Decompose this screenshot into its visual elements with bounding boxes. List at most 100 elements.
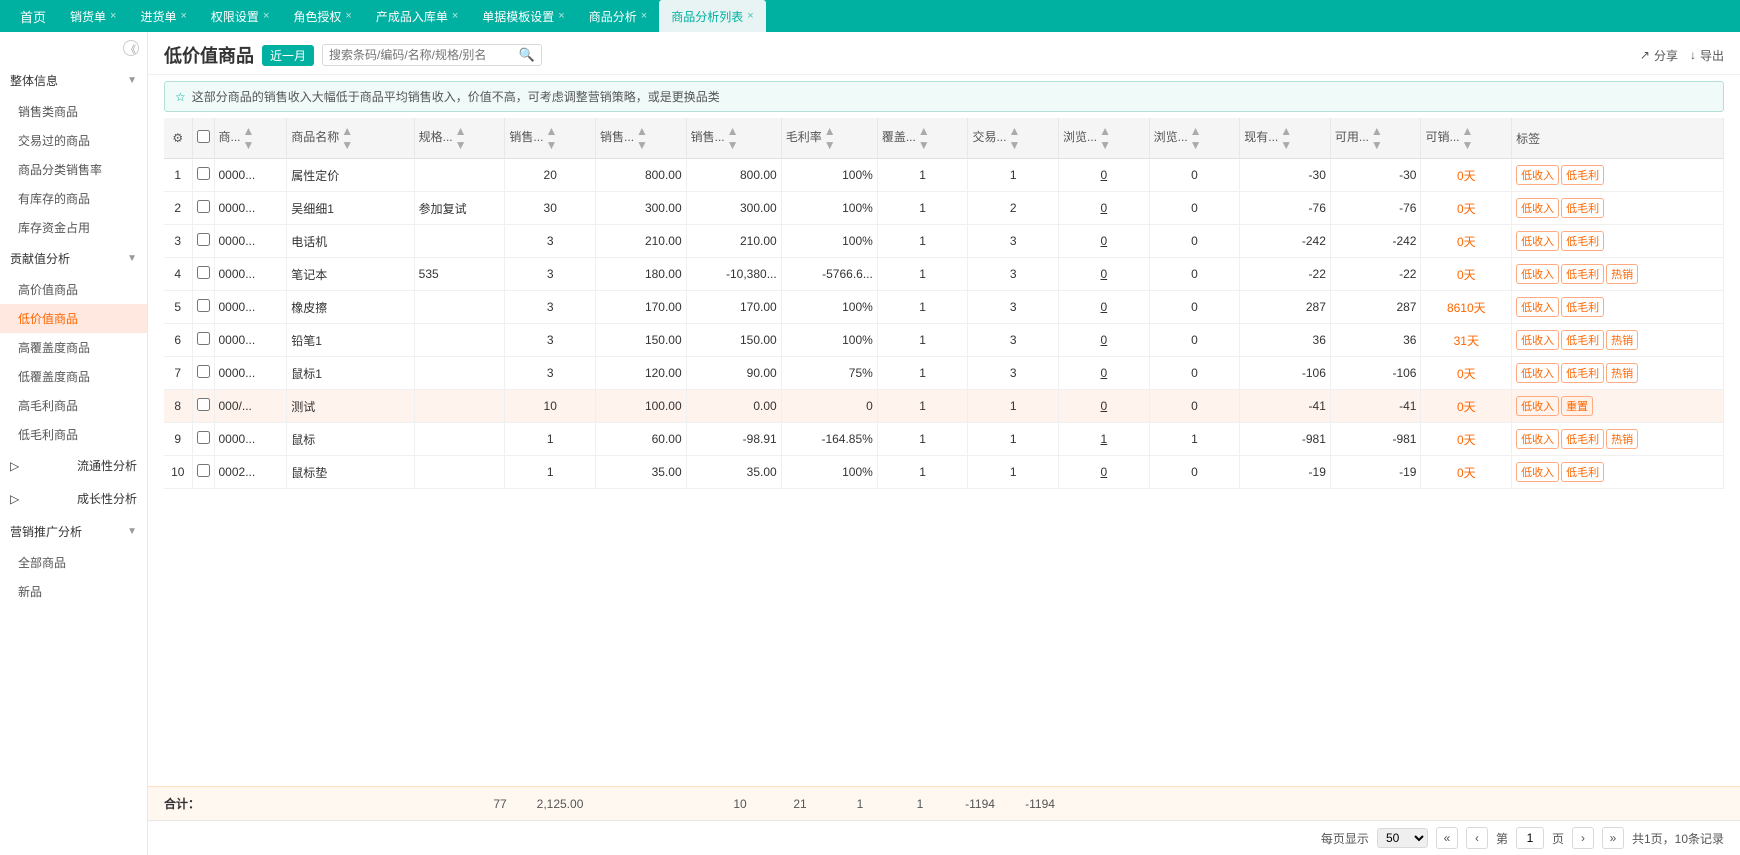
sidebar-section-marketing[interactable]: 营销推广分析 ▼: [0, 515, 147, 548]
sidebar-item-high-value[interactable]: 高价值商品: [0, 275, 147, 304]
cell-coverage: 1: [877, 357, 968, 390]
sidebar-item-high-coverage[interactable]: 高覆盖度商品: [0, 333, 147, 362]
sidebar-section-growth[interactable]: ▷ 成长性分析: [0, 482, 147, 515]
select-all-checkbox[interactable]: [197, 130, 210, 143]
tag: 热销: [1606, 429, 1638, 449]
col-coverage[interactable]: 覆盖...▲▼: [877, 118, 968, 159]
prev-page-btn[interactable]: ‹: [1466, 827, 1488, 849]
nav-purchase[interactable]: 进货单 ×: [128, 0, 198, 32]
nav-product-analysis-list-close[interactable]: ×: [747, 10, 753, 22]
export-button[interactable]: ↓ 导出: [1690, 47, 1724, 64]
sidebar-section-overall[interactable]: 整体信息 ▼: [0, 64, 147, 97]
sidebar-section-liquidity[interactable]: ▷ 流通性分析: [0, 449, 147, 482]
nav-sales-close[interactable]: ×: [110, 10, 116, 22]
col-sale-price[interactable]: 销售...▲▼: [596, 118, 687, 159]
nav-purchase-close[interactable]: ×: [180, 10, 186, 22]
row-checkbox[interactable]: [197, 398, 210, 411]
col-trade[interactable]: 交易...▲▼: [968, 118, 1059, 159]
cell-current-stock: -106: [1240, 357, 1331, 390]
tag: 低收入: [1516, 264, 1559, 284]
col-browse2[interactable]: 浏览...▲▼: [1149, 118, 1240, 159]
sidebar-item-all-products[interactable]: 全部商品: [0, 548, 147, 577]
cell-browse1[interactable]: 0: [1059, 225, 1150, 258]
col-available[interactable]: 可用...▲▼: [1330, 118, 1421, 159]
nav-finished-goods[interactable]: 产成品入库单 ×: [364, 0, 470, 32]
row-checkbox[interactable]: [197, 200, 210, 213]
content-area: 低价值商品 近一月 🔍 ↗ 分享 ↓ 导出 ☆ 这部分: [148, 32, 1740, 855]
cell-tags: 低收入低毛利: [1512, 456, 1724, 489]
sidebar-section-contribution[interactable]: 贡献值分析 ▼: [0, 242, 147, 275]
col-settings[interactable]: ⚙: [164, 118, 192, 159]
row-checkbox[interactable]: [197, 464, 210, 477]
cell-browse1[interactable]: 0: [1059, 258, 1150, 291]
period-button[interactable]: 近一月: [262, 45, 314, 66]
next-page-btn[interactable]: ›: [1572, 827, 1594, 849]
row-checkbox[interactable]: [197, 299, 210, 312]
first-page-btn[interactable]: «: [1436, 827, 1458, 849]
nav-template-close[interactable]: ×: [558, 10, 564, 22]
share-button[interactable]: ↗ 分享: [1640, 47, 1678, 64]
row-checkbox[interactable]: [197, 332, 210, 345]
cell-coverage: 1: [877, 324, 968, 357]
col-gross-rate[interactable]: 毛利率▲▼: [781, 118, 877, 159]
sidebar-collapse-btn[interactable]: 《: [123, 40, 139, 56]
per-page-select[interactable]: 50 100 200: [1377, 828, 1428, 848]
cell-sale-qty: 3: [505, 258, 596, 291]
sidebar-item-low-margin[interactable]: 低毛利商品: [0, 420, 147, 449]
sidebar-item-stocked-goods[interactable]: 有库存的商品: [0, 184, 147, 213]
col-tags: 标签: [1512, 118, 1724, 159]
cell-browse2: 0: [1149, 456, 1240, 489]
col-sale-profit[interactable]: 销售...▲▼: [686, 118, 781, 159]
sidebar-item-category-sales-rate[interactable]: 商品分类销售率: [0, 155, 147, 184]
cell-browse1[interactable]: 0: [1059, 357, 1150, 390]
last-page-btn[interactable]: »: [1602, 827, 1624, 849]
cell-code: 0000...: [214, 159, 287, 192]
search-input[interactable]: [329, 48, 515, 62]
col-name[interactable]: 商品名称▲▼: [287, 118, 414, 159]
nav-product-analysis-list[interactable]: 商品分析列表 ×: [659, 0, 765, 32]
nav-permissions-close[interactable]: ×: [263, 10, 269, 22]
sidebar-item-high-margin[interactable]: 高毛利商品: [0, 391, 147, 420]
tag: 低毛利: [1561, 330, 1604, 350]
sidebar-item-low-value[interactable]: 低价值商品: [0, 304, 147, 333]
row-checkbox[interactable]: [197, 431, 210, 444]
sidebar-item-sales-goods[interactable]: 销售类商品: [0, 97, 147, 126]
sidebar-item-low-coverage[interactable]: 低覆盖度商品: [0, 362, 147, 391]
row-checkbox[interactable]: [197, 167, 210, 180]
col-current-stock[interactable]: 现有...▲▼: [1240, 118, 1331, 159]
col-browse1[interactable]: 浏览...▲▼: [1059, 118, 1150, 159]
cell-browse1[interactable]: 1: [1059, 423, 1150, 456]
cell-browse1[interactable]: 0: [1059, 192, 1150, 225]
search-icon[interactable]: 🔍: [519, 47, 535, 63]
cell-browse1[interactable]: 0: [1059, 390, 1150, 423]
nav-permissions[interactable]: 权限设置 ×: [199, 0, 281, 32]
nav-template[interactable]: 单据模板设置 ×: [470, 0, 576, 32]
cell-browse1[interactable]: 0: [1059, 324, 1150, 357]
col-sale-qty[interactable]: 销售...▲▼: [505, 118, 596, 159]
row-checkbox[interactable]: [197, 233, 210, 246]
nav-home[interactable]: 首页: [8, 0, 58, 32]
cell-sale-price: 180.00: [596, 258, 687, 291]
nav-product-analysis-close[interactable]: ×: [641, 10, 647, 22]
col-saleable[interactable]: 可销...▲▼: [1421, 118, 1512, 159]
cell-spec: [414, 456, 505, 489]
cell-browse1[interactable]: 0: [1059, 456, 1150, 489]
col-spec[interactable]: 规格...▲▼: [414, 118, 505, 159]
nav-roles-close[interactable]: ×: [345, 10, 351, 22]
page-input[interactable]: [1516, 827, 1544, 849]
row-checkbox[interactable]: [197, 365, 210, 378]
sidebar-item-new-products[interactable]: 新品: [0, 577, 147, 606]
cell-browse2: 0: [1149, 324, 1240, 357]
sidebar-item-traded-goods[interactable]: 交易过的商品: [0, 126, 147, 155]
cell-sale-profit: 300.00: [686, 192, 781, 225]
cell-name: 电话机: [287, 225, 414, 258]
cell-browse1[interactable]: 0: [1059, 159, 1150, 192]
sidebar-item-inventory-funds[interactable]: 库存资金占用: [0, 213, 147, 242]
nav-sales[interactable]: 销货单 ×: [58, 0, 128, 32]
row-checkbox[interactable]: [197, 266, 210, 279]
col-code[interactable]: 商...▲▼: [214, 118, 287, 159]
nav-product-analysis[interactable]: 商品分析 ×: [577, 0, 659, 32]
nav-roles[interactable]: 角色授权 ×: [281, 0, 363, 32]
nav-finished-goods-close[interactable]: ×: [452, 10, 458, 22]
cell-browse1[interactable]: 0: [1059, 291, 1150, 324]
